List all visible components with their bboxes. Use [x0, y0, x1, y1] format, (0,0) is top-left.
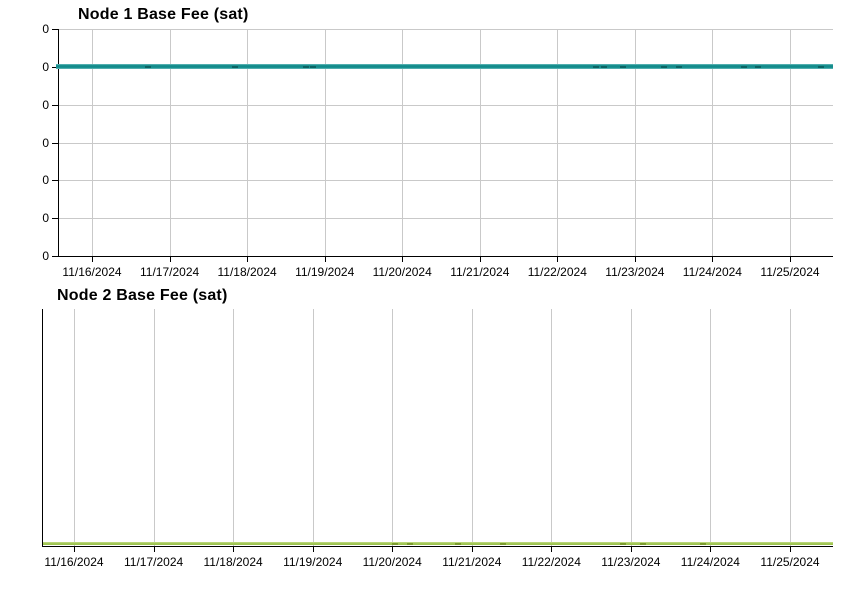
data-point-marker [620, 542, 626, 545]
x-tick-label: 11/19/2024 [295, 265, 355, 279]
y-axis-line [58, 29, 59, 257]
y-tick-label: 0 [42, 211, 49, 226]
data-point-marker [755, 65, 761, 68]
x-tick-label: 11/19/2024 [283, 555, 343, 569]
h-gridline [59, 218, 833, 220]
plot-area-node1: 11/16/2024 11/17/2024 11/18/2024 11/19/2024… [42, 22, 833, 279]
data-point-marker [620, 65, 626, 68]
data-line-node1 [56, 64, 833, 70]
charts-page: Node 1 Base Fee (sat) 11/16/2024 11/17/20… [0, 0, 860, 600]
y-tick-label: 0 [42, 22, 49, 36]
v-gridline [551, 309, 553, 546]
v-gridline [790, 309, 791, 546]
x-tick-label: 11/21/2024 [442, 555, 502, 569]
v-gridline [630, 309, 632, 546]
x-axis-line [43, 546, 833, 547]
data-point-marker [741, 65, 747, 68]
data-point-marker [640, 542, 646, 545]
data-point-marker [676, 65, 682, 68]
x-tick-label: 11/18/2024 [217, 265, 277, 279]
chart-title-node1: Node 1 Base Fee (sat) [78, 6, 249, 23]
v-gridline [74, 309, 75, 546]
x-tick-label: 11/20/2024 [372, 265, 432, 279]
x-tick-label: 11/17/2024 [140, 265, 200, 279]
x-tick-label: 11/25/2024 [760, 265, 820, 279]
data-point-marker [455, 542, 461, 545]
y-tick-label: 0 [42, 97, 49, 112]
v-gridline [710, 309, 712, 546]
x-tick-label: 11/16/2024 [44, 555, 104, 569]
y-tick-label: 0 [42, 135, 49, 150]
data-point-marker [593, 65, 599, 68]
data-point-marker [232, 65, 238, 68]
x-axis-line [59, 256, 833, 257]
v-gridline [233, 309, 235, 546]
y-tick-label: 0 [42, 173, 49, 188]
h-gridline [59, 180, 833, 182]
v-gridline [153, 309, 155, 546]
data-point-marker [303, 65, 309, 68]
x-tick-label: 11/21/2024 [450, 265, 510, 279]
x-tick-label: 11/20/2024 [362, 555, 422, 569]
data-point-marker [145, 65, 151, 68]
x-tick-label: 11/18/2024 [203, 555, 263, 569]
x-tick-label: 11/25/2024 [760, 555, 820, 569]
data-point-marker [601, 65, 607, 68]
data-point-marker [407, 542, 413, 545]
x-tick-label: 11/16/2024 [62, 265, 122, 279]
data-point-marker [392, 542, 398, 545]
data-point-marker [818, 65, 824, 68]
x-tick-label: 11/24/2024 [680, 555, 740, 569]
chart-title-node2: Node 2 Base Fee (sat) [57, 287, 228, 304]
h-gridline [59, 142, 833, 144]
data-point-marker [500, 542, 506, 545]
x-tick-label: 11/22/2024 [527, 265, 587, 279]
data-point-marker [700, 542, 706, 545]
v-gridline [471, 309, 473, 546]
v-gridline [312, 309, 314, 546]
plot-area-node2: 11/16/2024 11/17/2024 11/18/2024 11/19/2024… [42, 309, 833, 569]
x-tick-label: 11/24/2024 [682, 265, 742, 279]
y-tick-label: 0 [42, 59, 49, 74]
h-gridline [59, 104, 833, 106]
x-tick-label: 11/23/2024 [605, 265, 665, 279]
y-axis-line [42, 309, 43, 547]
h-gridline [59, 29, 833, 30]
data-point-marker [310, 65, 316, 68]
y-tick-label: 0 [42, 249, 49, 263]
x-tick-label: 11/17/2024 [124, 555, 184, 569]
data-line-node2 [43, 542, 833, 545]
x-tick-label: 11/23/2024 [601, 555, 661, 569]
x-tick-label: 11/22/2024 [521, 555, 581, 569]
data-point-marker [661, 65, 667, 68]
v-gridline [392, 309, 394, 546]
